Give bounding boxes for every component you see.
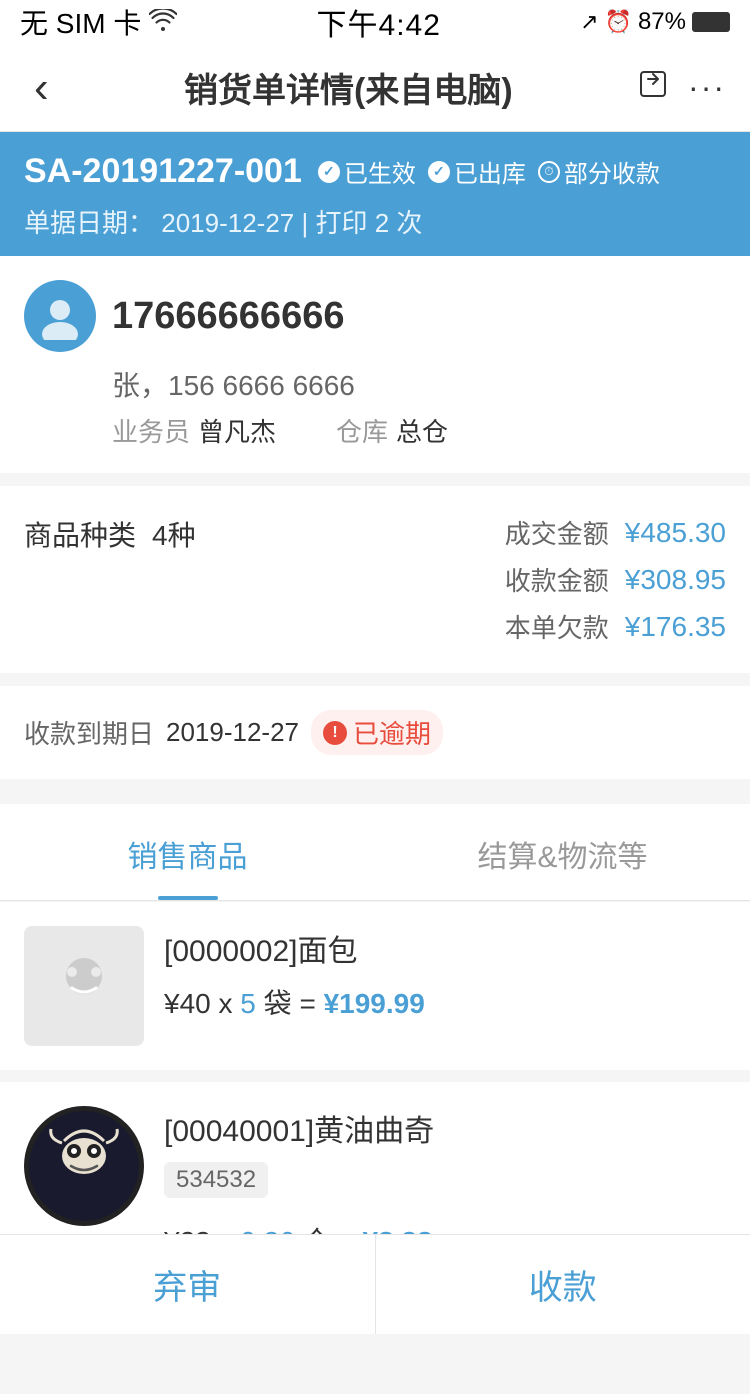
product-thumb-2: [24, 1106, 144, 1226]
product-price-1: ¥40 x 5 袋 = ¥199.99: [164, 982, 726, 1022]
sales-label: 业务员: [112, 412, 190, 449]
overdue-badge: ! 已逾期: [311, 710, 443, 755]
overdue-text: 已逾期: [353, 714, 431, 751]
divider-3: [0, 780, 750, 792]
warehouse-label: 仓库: [336, 412, 388, 449]
tab-sales-products[interactable]: 销售商品: [0, 804, 375, 900]
price-equals-1: =: [299, 988, 323, 1019]
customer-row: 17666666666: [24, 280, 726, 352]
carrier-text: 无 SIM 卡: [20, 2, 141, 42]
print-count: 2: [375, 208, 389, 238]
price-total-1: ¥199.99: [324, 988, 425, 1019]
product-sku-2: 534532: [164, 1162, 268, 1198]
due-label: 收款到期日: [24, 714, 154, 751]
price-qty-1: 5: [240, 988, 256, 1019]
product-code-2: [00040001]: [164, 1115, 314, 1148]
warehouse-info: 仓库 总仓: [336, 412, 448, 449]
check-icon-1: ✓: [318, 161, 340, 183]
product-info-1: [0000002]面包 ¥40 x 5 袋 = ¥199.99: [164, 926, 726, 1022]
share-icon[interactable]: [638, 69, 668, 107]
status-time: 下午4:42: [317, 0, 441, 44]
tabs-section: 销售商品 结算&物流等: [0, 804, 750, 901]
customer-info-row: 业务员 曾凡杰 仓库 总仓: [112, 412, 726, 449]
check-icon-2: ✓: [428, 161, 450, 183]
price-value-1: ¥40: [164, 988, 211, 1019]
wifi-icon: [149, 6, 177, 38]
order-date: 2019-12-27: [161, 208, 294, 238]
nav-bar: ‹ 销货单详情(来自电脑) ···: [0, 44, 750, 132]
customer-avatar: [24, 280, 96, 352]
deal-amount: ¥485.30: [625, 517, 726, 549]
tab-settlement-label: 结算&物流等: [477, 841, 647, 874]
status-badge-effective: ✓ 已生效: [318, 154, 416, 189]
header-banner: SA-20191227-001 ✓ 已生效 ✓ 已出库 ⏱ 部分收款 单据日期：…: [0, 132, 750, 256]
stats-section: 商品种类 4种 成交金额 ¥485.30 收款金额 ¥308.95 本单欠款 ¥…: [0, 486, 750, 673]
product-name-2: [00040001]黄油曲奇: [164, 1106, 726, 1150]
debt-label: 本单欠款: [505, 608, 609, 645]
sales-info: 业务员 曾凡杰: [112, 412, 276, 449]
price-unit-1: 袋: [264, 988, 292, 1019]
status-badge-partial: ⏱ 部分收款: [538, 154, 660, 189]
tabs-row: 销售商品 结算&物流等: [0, 804, 750, 901]
banner-top: SA-20191227-001 ✓ 已生效 ✓ 已出库 ⏱ 部分收款: [24, 152, 726, 191]
price-multiply-1: x: [219, 988, 241, 1019]
deal-label: 成交金额: [505, 514, 609, 551]
received-label: 收款金额: [505, 561, 609, 598]
customer-section: 17666666666 张，156 6666 6666 业务员 曾凡杰 仓库 总…: [0, 256, 750, 473]
warehouse-name: 总仓: [396, 412, 448, 449]
debt-row: 本单欠款 ¥176.35: [505, 608, 726, 645]
deal-row: 成交金额 ¥485.30: [505, 514, 726, 551]
battery-percent: 87%: [638, 8, 686, 36]
nav-actions: ···: [638, 69, 726, 107]
status-partial-label: 部分收款: [564, 154, 660, 189]
divider-2: [0, 674, 750, 686]
customer-name: 张，156 6666 6666: [112, 364, 726, 404]
bottom-bar: 弃审 收款: [0, 1234, 750, 1334]
reject-review-label: 弃审: [153, 1260, 221, 1309]
order-id: SA-20191227-001: [24, 152, 302, 191]
status-effective-label: 已生效: [344, 154, 416, 189]
status-shipped-label: 已出库: [454, 154, 526, 189]
back-button[interactable]: ‹: [24, 53, 59, 123]
sales-name: 曾凡杰: [198, 412, 276, 449]
received-row: 收款金额 ¥308.95: [505, 561, 726, 598]
clock-icon: ⏱: [538, 161, 560, 183]
status-left: 无 SIM 卡: [20, 2, 177, 42]
due-section: 收款到期日 2019-12-27 ! 已逾期: [0, 686, 750, 779]
category-label: 商品种类: [24, 514, 136, 554]
tab-sales-label: 销售商品: [128, 841, 248, 874]
location-icon: ↗: [580, 9, 598, 35]
collect-payment-button[interactable]: 收款: [376, 1235, 750, 1334]
received-amount: ¥308.95: [625, 564, 726, 596]
reject-review-button[interactable]: 弃审: [0, 1235, 376, 1334]
tab-settlement[interactable]: 结算&物流等: [375, 804, 750, 900]
battery-icon: [692, 12, 730, 32]
alarm-icon: ⏰: [605, 9, 632, 35]
banner-date-row: 单据日期： 2019-12-27 | 打印 2 次: [24, 203, 726, 240]
status-badges: ✓ 已生效 ✓ 已出库 ⏱ 部分收款: [318, 154, 660, 189]
date-label: 单据日期：: [24, 208, 154, 238]
more-icon[interactable]: ···: [688, 69, 726, 106]
due-date: 2019-12-27: [166, 717, 299, 748]
stats-right: 成交金额 ¥485.30 收款金额 ¥308.95 本单欠款 ¥176.35: [505, 514, 726, 645]
stats-left: 商品种类 4种: [24, 514, 196, 554]
divider-1: [0, 474, 750, 486]
product-thumb-1: [24, 926, 144, 1046]
debt-amount: ¥176.35: [625, 611, 726, 643]
product-name-1: [0000002]面包: [164, 926, 726, 970]
status-bar: 无 SIM 卡 下午4:42 ↗ ⏰ 87%: [0, 0, 750, 44]
status-badge-shipped: ✓ 已出库: [428, 154, 526, 189]
collect-payment-label: 收款: [529, 1260, 597, 1309]
product-code-1: [0000002]: [164, 935, 297, 968]
overdue-icon: !: [323, 721, 347, 745]
status-right: ↗ ⏰ 87%: [580, 8, 730, 36]
customer-phone: 17666666666: [112, 295, 344, 338]
product-item-1: [0000002]面包 ¥40 x 5 袋 = ¥199.99: [0, 902, 750, 1070]
print-suffix: 次: [396, 208, 422, 238]
page-title: 销货单详情(来自电脑): [184, 63, 513, 112]
print-separator: | 打印: [301, 208, 367, 238]
category-value: 4种: [152, 514, 196, 554]
